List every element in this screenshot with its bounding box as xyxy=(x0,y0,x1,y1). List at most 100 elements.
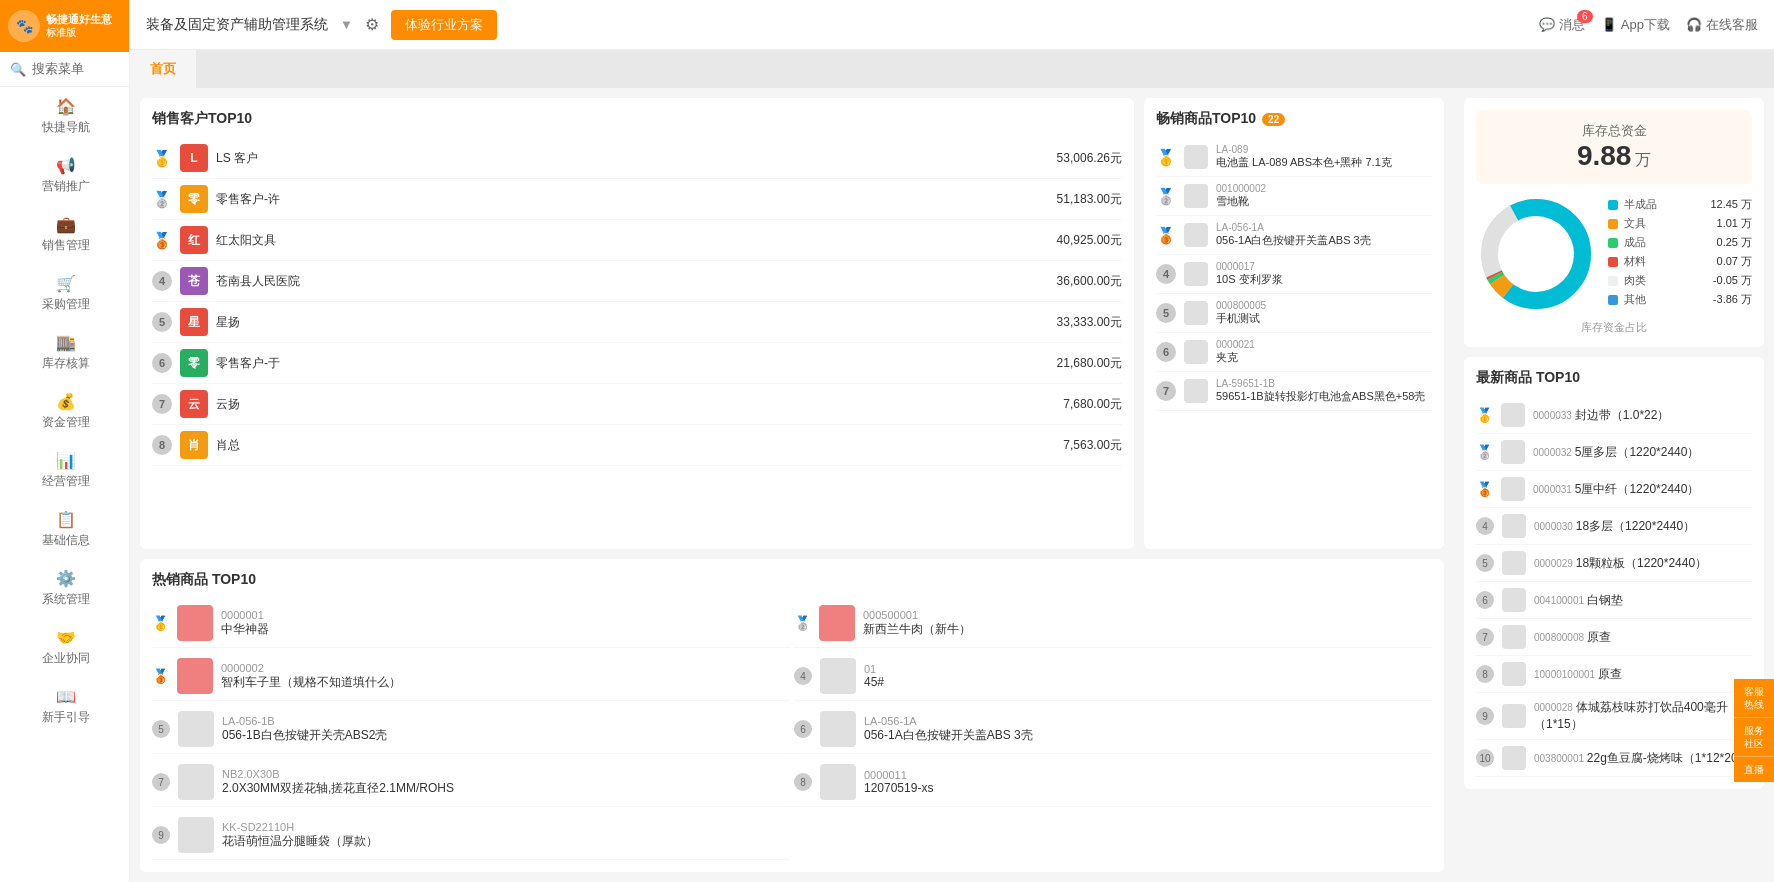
sidebar-item-system[interactable]: ⚙️ 系统管理 xyxy=(0,559,129,618)
sidebar-item-cooperation-label: 企业协同 xyxy=(42,650,90,667)
product-code: 0000028 xyxy=(1534,702,1576,713)
gold-medal-icon: 🥇 xyxy=(1156,148,1176,167)
product-code: 0000033 xyxy=(1533,410,1575,421)
product-code: KK-SD22110H xyxy=(222,821,790,833)
product-name: 雪地靴 xyxy=(1216,194,1432,209)
sales-icon: 💼 xyxy=(56,215,76,234)
service-community-button[interactable]: 服务社区 xyxy=(1734,718,1774,757)
product-name: 5厘多层（1220*2440） xyxy=(1575,445,1700,459)
legend-name: 半成品 xyxy=(1624,197,1704,212)
customer-value: 21,680.00元 xyxy=(1057,355,1122,372)
logo-badge: 标准版 xyxy=(46,26,112,40)
chart-footnote: 库存资金占比 xyxy=(1476,320,1752,335)
sidebar-item-sales-label: 销售管理 xyxy=(42,237,90,254)
sales-rank-item: 🥉 红 红太阳文具 40,925.00元 xyxy=(152,220,1122,261)
service-button[interactable]: 🎧 在线客服 xyxy=(1686,16,1758,34)
customer-avatar: 肖 xyxy=(180,431,208,459)
message-button[interactable]: 💬 消息 6 xyxy=(1539,16,1585,34)
hot-product-item: 🥉 0000002 智利车子里（规格不知道填什么） xyxy=(152,652,790,701)
legend-name: 其他 xyxy=(1624,292,1707,307)
svg-point-5 xyxy=(1498,216,1574,292)
sales-rank-title: 销售客户TOP10 xyxy=(152,110,1122,128)
new-product-item: 7 000800008 原查 xyxy=(1476,619,1752,656)
product-code: 0000029 xyxy=(1534,558,1576,569)
sales-rank-item: 🥈 零 零售客户-许 51,183.00元 xyxy=(152,179,1122,220)
hot-product-item: 4 01 45# xyxy=(794,652,1432,701)
product-icon xyxy=(1502,662,1526,686)
sidebar-item-shortcut-label: 快捷导航 xyxy=(42,119,90,136)
inventory-value: 9.88 xyxy=(1577,140,1632,171)
product-icon xyxy=(1184,145,1208,169)
legend-name: 肉类 xyxy=(1624,273,1707,288)
sidebar-item-finance[interactable]: 💰 资金管理 xyxy=(0,382,129,441)
logo-icon: 🐾 xyxy=(8,10,40,42)
new-products-list: 🥇 0000033 封边带（1.0*22） 🥈 0000032 5厘多层（122… xyxy=(1476,397,1752,777)
search-label: 搜索菜单 xyxy=(32,60,84,78)
rank-number: 7 xyxy=(1476,628,1494,646)
product-info: KK-SD22110H 花语萌恒温分腿睡袋（厚款） xyxy=(222,821,790,850)
legend-dot xyxy=(1608,219,1618,229)
new-product-item: 8 10000100001 原查 xyxy=(1476,656,1752,693)
app-download-button[interactable]: 📱 App下载 xyxy=(1601,16,1670,34)
product-code: 003800001 xyxy=(1534,753,1587,764)
customer-avatar: L xyxy=(180,144,208,172)
legend-item: 成品 0.25 万 xyxy=(1608,235,1752,250)
product-info: 0000017 10S 变利罗浆 xyxy=(1216,261,1432,287)
product-code: 0000030 xyxy=(1534,521,1576,532)
sidebar-item-basic[interactable]: 📋 基础信息 xyxy=(0,500,129,559)
hot-products-card: 热销商品 TOP10 🥇 0000001 中华神器 🥈 000500001 新西… xyxy=(140,559,1444,872)
rank-number: 8 xyxy=(794,773,812,791)
new-product-item: 4 0000030 18多层（1220*2440） xyxy=(1476,508,1752,545)
sidebar-item-purchase[interactable]: 🛒 采购管理 xyxy=(0,264,129,323)
settings-icon[interactable]: ⚙ xyxy=(365,15,379,34)
trial-button[interactable]: 体验行业方案 xyxy=(391,10,497,40)
customer-name: 红太阳文具 xyxy=(216,232,1049,249)
product-info: 01 45# xyxy=(864,663,1432,689)
right-panel: 库存总资金 9.88 万 xyxy=(1454,88,1774,882)
sidebar-item-shortcut[interactable]: 🏠 快捷导航 xyxy=(0,87,129,146)
sidebar-item-operations-label: 经营管理 xyxy=(42,473,90,490)
new-products-title: 最新商品 TOP10 xyxy=(1476,369,1752,387)
product-icon xyxy=(1502,514,1526,538)
sidebar-item-operations[interactable]: 📊 经营管理 xyxy=(0,441,129,500)
product-icon xyxy=(1501,440,1525,464)
legend-dot xyxy=(1608,257,1618,267)
sidebar-search-item[interactable]: 🔍 搜索菜单 xyxy=(0,52,129,87)
top-row: 销售客户TOP10 🥇 L LS 客户 53,006.26元 🥈 零 零售客户-… xyxy=(140,98,1444,549)
product-name: 2.0X30MM双搓花轴,搓花直径2.1MM/ROHS xyxy=(222,780,790,797)
product-name: 12070519-xs xyxy=(864,781,1432,795)
product-code: LA-056-1B xyxy=(222,715,790,727)
hot-product-item: 9 KK-SD22110H 花语萌恒温分腿睡袋（厚款） xyxy=(152,811,790,860)
silver-medal-icon: 🥈 xyxy=(794,615,811,631)
product-name: 22g鱼豆腐-烧烤味（1*12*20） xyxy=(1587,751,1750,765)
message-badge: 6 xyxy=(1577,10,1593,23)
live-broadcast-button[interactable]: 直播 xyxy=(1734,757,1774,782)
hot-product-item: 8 0000011 12070519-xs xyxy=(794,758,1432,807)
sidebar-item-inventory[interactable]: 🏬 库存核算 xyxy=(0,323,129,382)
product-icon xyxy=(1502,746,1526,770)
sidebar-item-cooperation[interactable]: 🤝 企业协同 xyxy=(0,618,129,677)
sidebar-item-guide[interactable]: 📖 新手引导 xyxy=(0,677,129,736)
sidebar-item-sales[interactable]: 💼 销售管理 xyxy=(0,205,129,264)
product-code: LA-056-1A xyxy=(864,715,1432,727)
customer-value: 7,680.00元 xyxy=(1063,396,1122,413)
product-name: 白钢垫 xyxy=(1587,593,1623,607)
customer-hotline-button[interactable]: 客服热线 xyxy=(1734,679,1774,718)
sidebar-item-finance-label: 资金管理 xyxy=(42,414,90,431)
chevron-down-icon[interactable]: ▼ xyxy=(340,17,353,32)
new-product-item: 10 003800001 22g鱼豆腐-烧烤味（1*12*20） xyxy=(1476,740,1752,777)
sidebar-item-marketing[interactable]: 📢 营销推广 xyxy=(0,146,129,205)
bestseller-item: 7 LA-59651-1B 59651-1B旋转投影灯电池盒ABS黑色+58壳 xyxy=(1156,372,1432,411)
product-name: 手机测试 xyxy=(1216,311,1432,326)
rank-number: 6 xyxy=(794,720,812,738)
cooperation-icon: 🤝 xyxy=(56,628,76,647)
rank-number: 4 xyxy=(1476,517,1494,535)
product-info: 0000011 12070519-xs xyxy=(864,769,1432,795)
rank-number: 7 xyxy=(152,773,170,791)
product-code: 0000031 xyxy=(1533,484,1575,495)
product-info: 000800008 原查 xyxy=(1534,629,1752,646)
tab-home[interactable]: 首页 xyxy=(130,50,196,88)
customer-value: 40,925.00元 xyxy=(1057,232,1122,249)
product-icon xyxy=(1501,403,1525,427)
product-info: 0000021 夹克 xyxy=(1216,339,1432,365)
